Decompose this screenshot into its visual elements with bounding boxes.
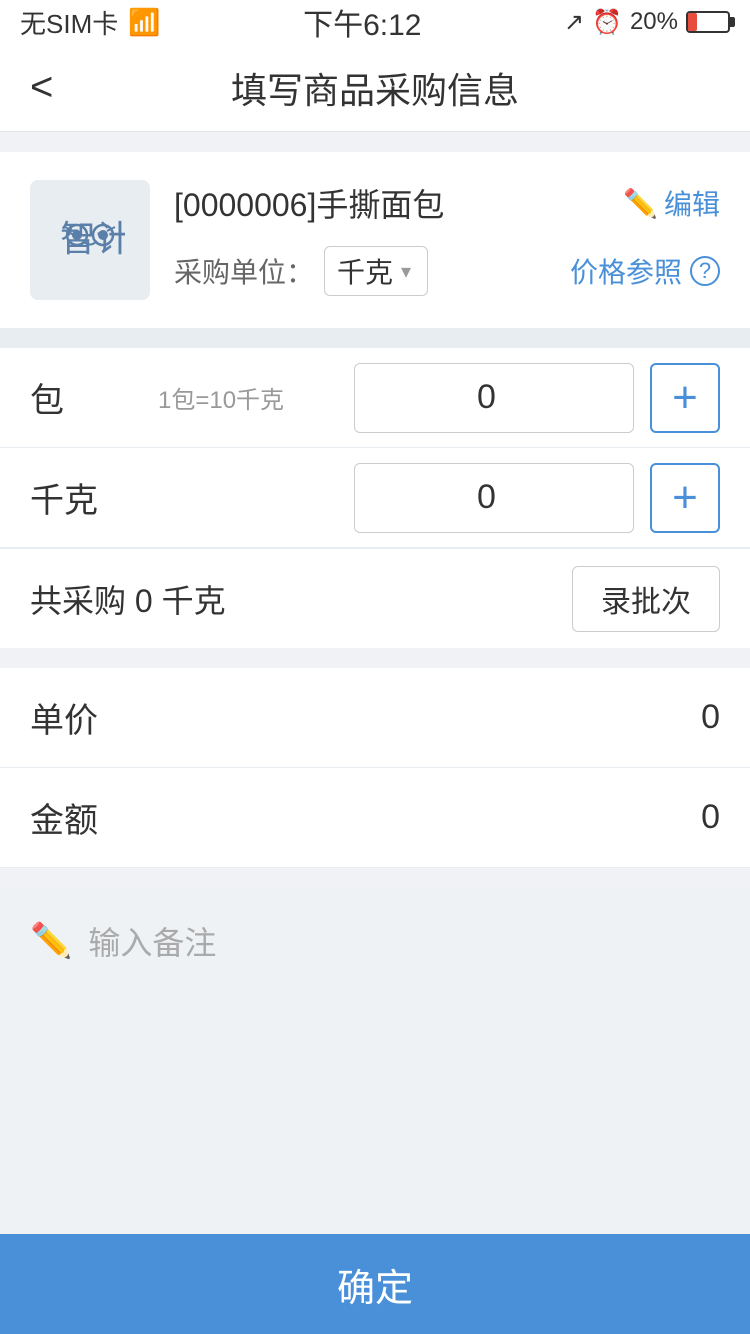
back-button[interactable]: <: [30, 65, 53, 110]
summary-text: 共采购 0 千克: [30, 576, 226, 622]
bag-label: 包: [30, 373, 150, 422]
unit-label: 采购单位：: [174, 251, 314, 291]
unit-price-value: 0: [701, 698, 720, 737]
status-left: 无SIM卡 📶: [20, 4, 161, 41]
edit-icon: ✏️: [623, 187, 658, 220]
amount-row: 金额 0: [0, 768, 750, 868]
location-icon: ↗: [564, 8, 584, 37]
batch-button[interactable]: 录批次: [572, 566, 720, 632]
bag-plus-button[interactable]: +: [650, 363, 720, 433]
unit-selector-wrap: 采购单位： 千克 ▾: [174, 246, 428, 296]
kg-plus-button[interactable]: +: [650, 463, 720, 533]
unit-select[interactable]: 千克 ▾: [324, 246, 428, 296]
wifi-icon: 📶: [128, 7, 160, 38]
status-right: ↗ ⏰ 20%: [564, 8, 730, 37]
kg-input-wrap: +: [150, 463, 720, 533]
unit-row: 采购单位： 千克 ▾ 价格参照 ?: [174, 246, 720, 296]
product-name: [0000006]手撕面包: [174, 180, 444, 226]
amount-label: 金额: [30, 793, 98, 842]
summary-row: 共采购 0 千克 录批次: [0, 548, 750, 648]
notes-section[interactable]: ✏️ 输入备注: [0, 888, 750, 994]
bag-input-row: 包 1包=10千克 +: [0, 348, 750, 448]
owl-icon: 智计: [55, 213, 125, 268]
kg-input[interactable]: [354, 463, 634, 533]
notes-placeholder: 输入备注: [88, 918, 216, 964]
chevron-down-icon: ▾: [401, 259, 411, 284]
battery-fill: [688, 13, 697, 31]
amount-value: 0: [701, 798, 720, 837]
confirm-button[interactable]: 确定: [0, 1234, 750, 1334]
unit-price-row: 单价 0: [0, 668, 750, 768]
bag-input[interactable]: [354, 363, 634, 433]
carrier-text: 无SIM卡: [20, 4, 118, 41]
status-time: 下午6:12: [303, 0, 421, 44]
battery-percent: 20%: [630, 8, 678, 36]
edit-label: 编辑: [664, 183, 720, 223]
info-section: 单价 0 金额 0: [0, 668, 750, 868]
page-title: 填写商品采购信息: [231, 62, 519, 114]
unit-value: 千克: [337, 251, 393, 291]
price-ref-label: 价格参照: [570, 251, 682, 291]
alarm-icon: ⏰: [592, 8, 622, 37]
product-image: 智计: [30, 180, 150, 300]
kg-label: 千克: [30, 473, 150, 522]
bag-sublabel: 1包=10千克: [158, 380, 284, 415]
product-info: [0000006]手撕面包 ✏️ 编辑 采购单位： 千克 ▾ 价格参照 ?: [174, 180, 720, 296]
product-name-row: [0000006]手撕面包 ✏️ 编辑: [174, 180, 720, 226]
unit-price-label: 单价: [30, 693, 98, 742]
battery-icon: [686, 11, 730, 33]
kg-input-row: 千克 +: [0, 448, 750, 548]
price-ref-button[interactable]: 价格参照 ?: [570, 251, 720, 291]
status-bar: 无SIM卡 📶 下午6:12 ↗ ⏰ 20%: [0, 0, 750, 44]
product-card: 智计 [0000006]手撕面包 ✏️ 编辑 采购单位：: [0, 152, 750, 328]
input-section: 包 1包=10千克 + 千克 + 共采购 0 千克 录批次: [0, 348, 750, 648]
edit-button[interactable]: ✏️ 编辑: [623, 183, 720, 223]
product-logo: 智计: [50, 210, 130, 270]
pencil-icon: ✏️: [30, 921, 72, 961]
nav-bar: < 填写商品采购信息: [0, 44, 750, 132]
info-icon: ?: [690, 256, 720, 286]
bag-input-wrap: +: [284, 363, 720, 433]
section-divider-1: [0, 328, 750, 348]
